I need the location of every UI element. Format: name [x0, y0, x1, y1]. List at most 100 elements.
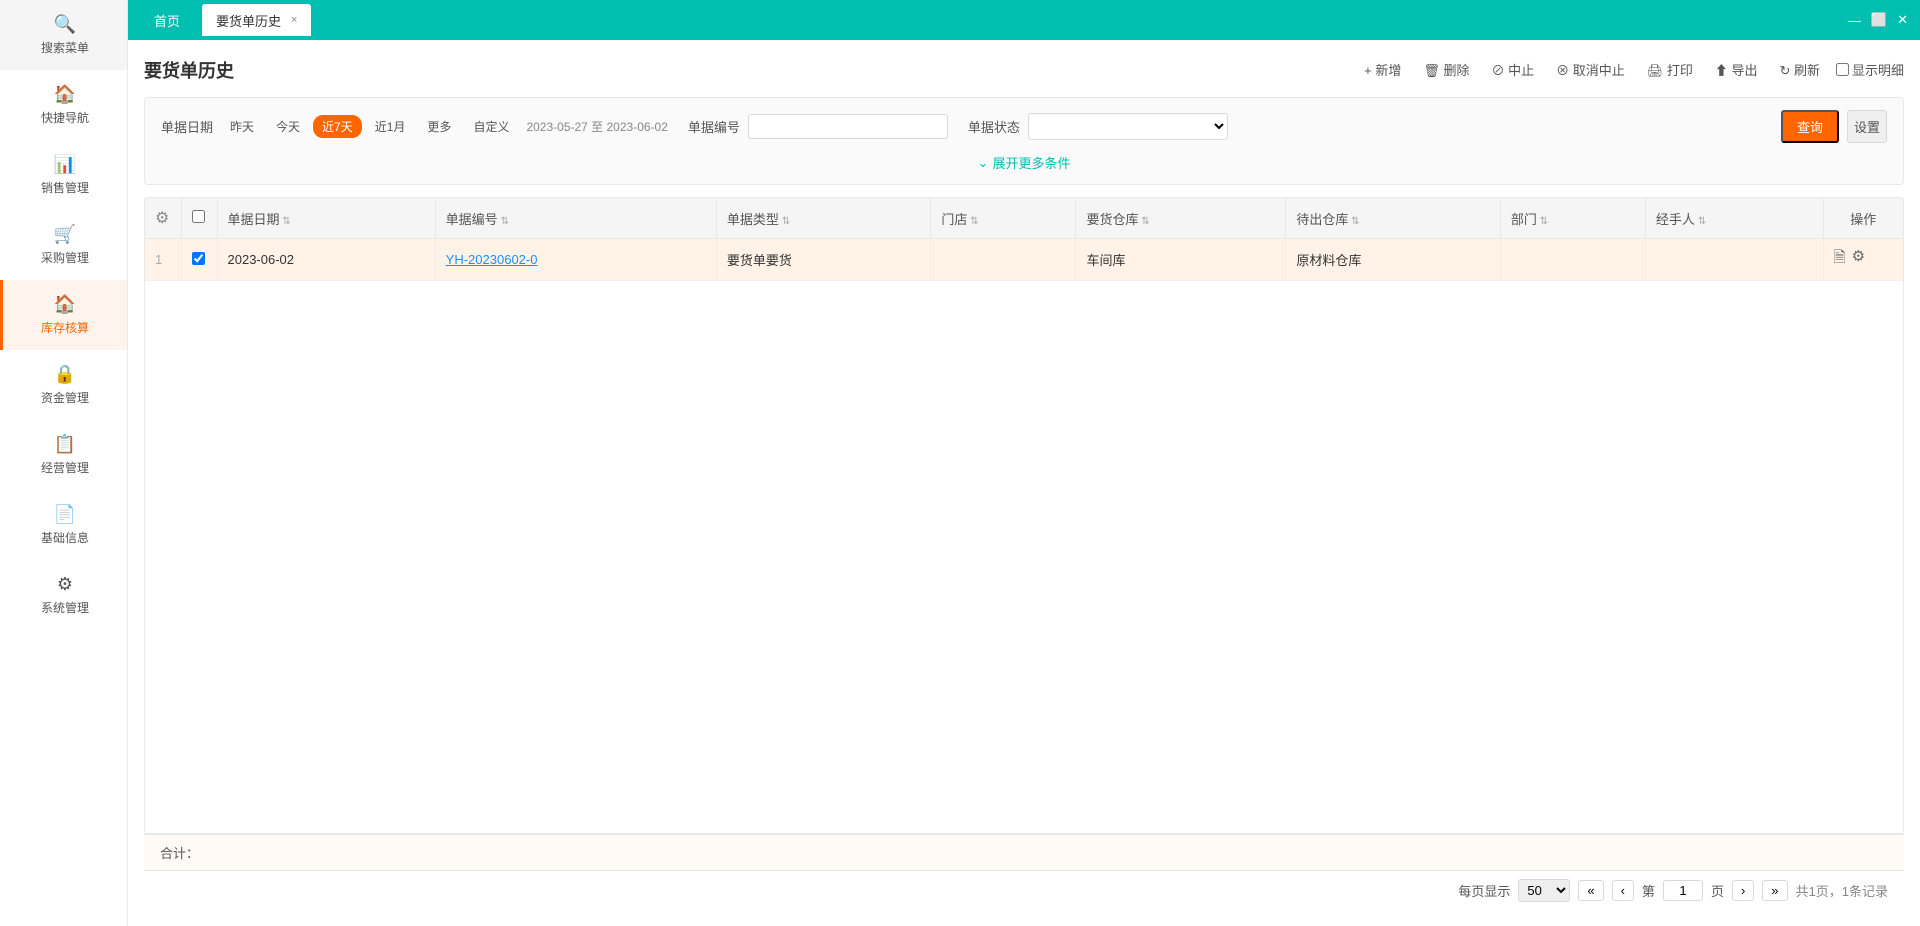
col-header-doc_date[interactable]: 单据日期: [217, 198, 435, 239]
col-header-handler[interactable]: 经手人: [1645, 198, 1823, 239]
col-header-ops: 操作: [1823, 198, 1903, 239]
col-header-req_warehouse[interactable]: 要货仓库: [1076, 198, 1286, 239]
date-btn-today[interactable]: 今天: [267, 115, 309, 138]
page-next-label: 页: [1711, 881, 1724, 900]
sidebar-icon-ops-mgmt: 📋: [54, 434, 76, 455]
data-table: ⚙ 单据日期单据编号单据类型门店要货仓库待出仓库部门经手人操作 1 2023-06-…: [145, 198, 1903, 281]
expand-filter-label: 展开更多条件: [992, 153, 1070, 172]
doc-no-link[interactable]: YH-20230602-0: [446, 252, 538, 267]
prev-page-btn[interactable]: ‹: [1612, 880, 1634, 901]
col-header-pending_warehouse[interactable]: 待出仓库: [1286, 198, 1500, 239]
per-page-select[interactable]: 2050100200: [1518, 879, 1570, 902]
tab-label-requisition-history: 要货单历史: [216, 11, 281, 30]
sidebar-icon-quick-nav: 🏠: [54, 84, 76, 105]
expand-filter-btn[interactable]: ⌄ 展开更多条件: [161, 153, 1887, 172]
date-btn-last7days[interactable]: 近7天: [313, 115, 362, 138]
doc-no-input[interactable]: [748, 114, 948, 139]
table-body: 12023-06-02YH-20230602-0要货单要货车间库原材料仓库🗎⚙: [145, 239, 1903, 281]
display-detail-checkbox[interactable]: [1836, 63, 1849, 76]
sidebar-item-quick-nav[interactable]: 🏠快捷导航: [0, 70, 127, 140]
sidebar-item-finance-mgmt[interactable]: 🔒资金管理: [0, 350, 127, 420]
page-prev-label: 第: [1642, 881, 1655, 900]
sidebar-item-basic-info[interactable]: 📄 基础信息: [0, 490, 127, 560]
table-header-row: ⚙ 单据日期单据编号单据类型门店要货仓库待出仓库部门经手人操作: [145, 198, 1903, 239]
date-btn-more[interactable]: 更多: [418, 115, 460, 138]
refresh-button[interactable]: ↻ 刷新: [1773, 56, 1826, 83]
col-header-store[interactable]: 门店: [931, 198, 1076, 239]
sidebar: 🔍 搜索菜单 🏠快捷导航📊销售管理🛒采购管理🏠库存核算🔒资金管理 📋 经营管理 📄 基础信息…: [0, 0, 128, 926]
view-icon[interactable]: 🗎: [1834, 247, 1846, 272]
minimize-btn[interactable]: —: [1848, 13, 1861, 28]
td-doc_type: 要货单要货: [716, 239, 930, 281]
main-area: 首页 要货单历史 × — ⬜ ✕ 要货单历史 + 新增 🗑 删除 ⊘ 中止 ⊗ 取消…: [128, 0, 1920, 926]
table-settings-icon[interactable]: ⚙: [155, 210, 169, 227]
table-wrap: ⚙ 单据日期单据编号单据类型门店要货仓库待出仓库部门经手人操作 1 2023-06-…: [144, 197, 1904, 834]
row-checkbox[interactable]: [192, 252, 205, 265]
sidebar-item-ops-mgmt[interactable]: 📋 经营管理: [0, 420, 127, 490]
select-all-checkbox[interactable]: [192, 210, 205, 223]
date-btn-last1month[interactable]: 近1月: [366, 115, 415, 138]
cancel-suspend-button[interactable]: ⊗ 取消中止: [1550, 56, 1631, 83]
add-button[interactable]: + 新增: [1358, 56, 1407, 83]
suspend-button[interactable]: ⊘ 中止: [1485, 56, 1540, 83]
col-header-settings: ⚙: [145, 198, 181, 239]
sidebar-label-sys-mgmt: 系统管理: [41, 599, 89, 616]
date-shortcut-btns: 昨天今天近7天近1月更多自定义: [221, 115, 518, 138]
close-btn[interactable]: ✕: [1897, 12, 1908, 28]
next-page-btn[interactable]: ›: [1732, 880, 1754, 901]
td-doc_no: YH-20230602-0: [435, 239, 716, 281]
sidebar-item-sys-mgmt[interactable]: ⚙系统管理: [0, 560, 127, 630]
date-btn-yesterday[interactable]: 昨天: [221, 115, 263, 138]
delete-button[interactable]: 🗑 删除: [1417, 56, 1475, 83]
sidebar-icon-search-menu: 🔍: [54, 14, 76, 35]
query-button[interactable]: 查询: [1781, 110, 1839, 143]
topbar-right: — ⬜ ✕: [1848, 12, 1908, 28]
tab-requisition-history[interactable]: 要货单历史 ×: [202, 4, 311, 36]
col-header-dept[interactable]: 部门: [1500, 198, 1645, 239]
col-header-doc_no[interactable]: 单据编号: [435, 198, 716, 239]
doc-status-select[interactable]: [1028, 113, 1228, 140]
sidebar-label-sales-mgmt: 销售管理: [41, 179, 89, 196]
sidebar-item-sales-mgmt[interactable]: 📊销售管理: [0, 140, 127, 210]
export-button[interactable]: ⬆ 导出: [1709, 56, 1764, 83]
tab-home[interactable]: 首页: [140, 4, 194, 36]
first-page-btn[interactable]: «: [1578, 880, 1603, 901]
sidebar-label-search-menu: 搜索菜单: [41, 39, 89, 56]
td-ops: 🗎⚙: [1823, 239, 1903, 281]
sidebar-label-basic-info: 基础信息: [41, 529, 89, 546]
print-button[interactable]: 🖨 打印: [1641, 56, 1699, 83]
sidebar-item-inventory[interactable]: 🏠库存核算: [0, 280, 127, 350]
td-store: [931, 239, 1076, 281]
pagination: 每页显示 2050100200 « ‹ 第 页 › » 共1页，1条记录: [144, 870, 1904, 910]
last-page-btn[interactable]: »: [1762, 880, 1787, 901]
display-detail-toggle[interactable]: 显示明细: [1836, 60, 1904, 79]
td-settings: 1: [145, 239, 181, 281]
col-header-doc_type[interactable]: 单据类型: [716, 198, 930, 239]
doc-status-label: 单据状态: [968, 117, 1020, 136]
display-detail-label: 显示明细: [1852, 60, 1904, 79]
doc-status-filter: 单据状态: [968, 113, 1228, 140]
tab-label-home: 首页: [154, 11, 180, 30]
settings-button[interactable]: 设置: [1847, 110, 1887, 143]
sidebar-icon-inventory: 🏠: [54, 294, 76, 315]
sidebar-icon-basic-info: 📄: [54, 504, 76, 525]
more-icon[interactable]: ⚙: [1852, 247, 1865, 272]
maximize-btn[interactable]: ⬜: [1871, 12, 1887, 28]
topbar: 首页 要货单历史 × — ⬜ ✕: [128, 0, 1920, 40]
date-btn-custom[interactable]: 自定义: [464, 115, 518, 138]
td-dept: [1500, 239, 1645, 281]
filter-expand-row: ⌄ 展开更多条件: [161, 153, 1887, 172]
td-handler: [1645, 239, 1823, 281]
toolbar: + 新增 🗑 删除 ⊘ 中止 ⊗ 取消中止 🖨 打印 ⬆ 导出 ↻ 刷新 显示明…: [1358, 56, 1904, 83]
content-area: 要货单历史 + 新增 🗑 删除 ⊘ 中止 ⊗ 取消中止 🖨 打印 ⬆ 导出 ↻ …: [128, 40, 1920, 926]
total-info: 共1页，1条记录: [1796, 881, 1888, 900]
filter-area: 单据日期 昨天今天近7天近1月更多自定义 2023-05-27 至 2023-0…: [144, 97, 1904, 185]
page-input[interactable]: [1663, 880, 1703, 901]
per-page-label: 每页显示: [1458, 881, 1510, 900]
sidebar-label-finance-mgmt: 资金管理: [41, 389, 89, 406]
tab-close-requisition-history[interactable]: ×: [291, 14, 297, 26]
sidebar-label-ops-mgmt: 经营管理: [41, 459, 89, 476]
td-doc_date: 2023-06-02: [217, 239, 435, 281]
sidebar-item-search-menu[interactable]: 🔍 搜索菜单: [0, 0, 127, 70]
sidebar-item-purchase-mgmt[interactable]: 🛒采购管理: [0, 210, 127, 280]
